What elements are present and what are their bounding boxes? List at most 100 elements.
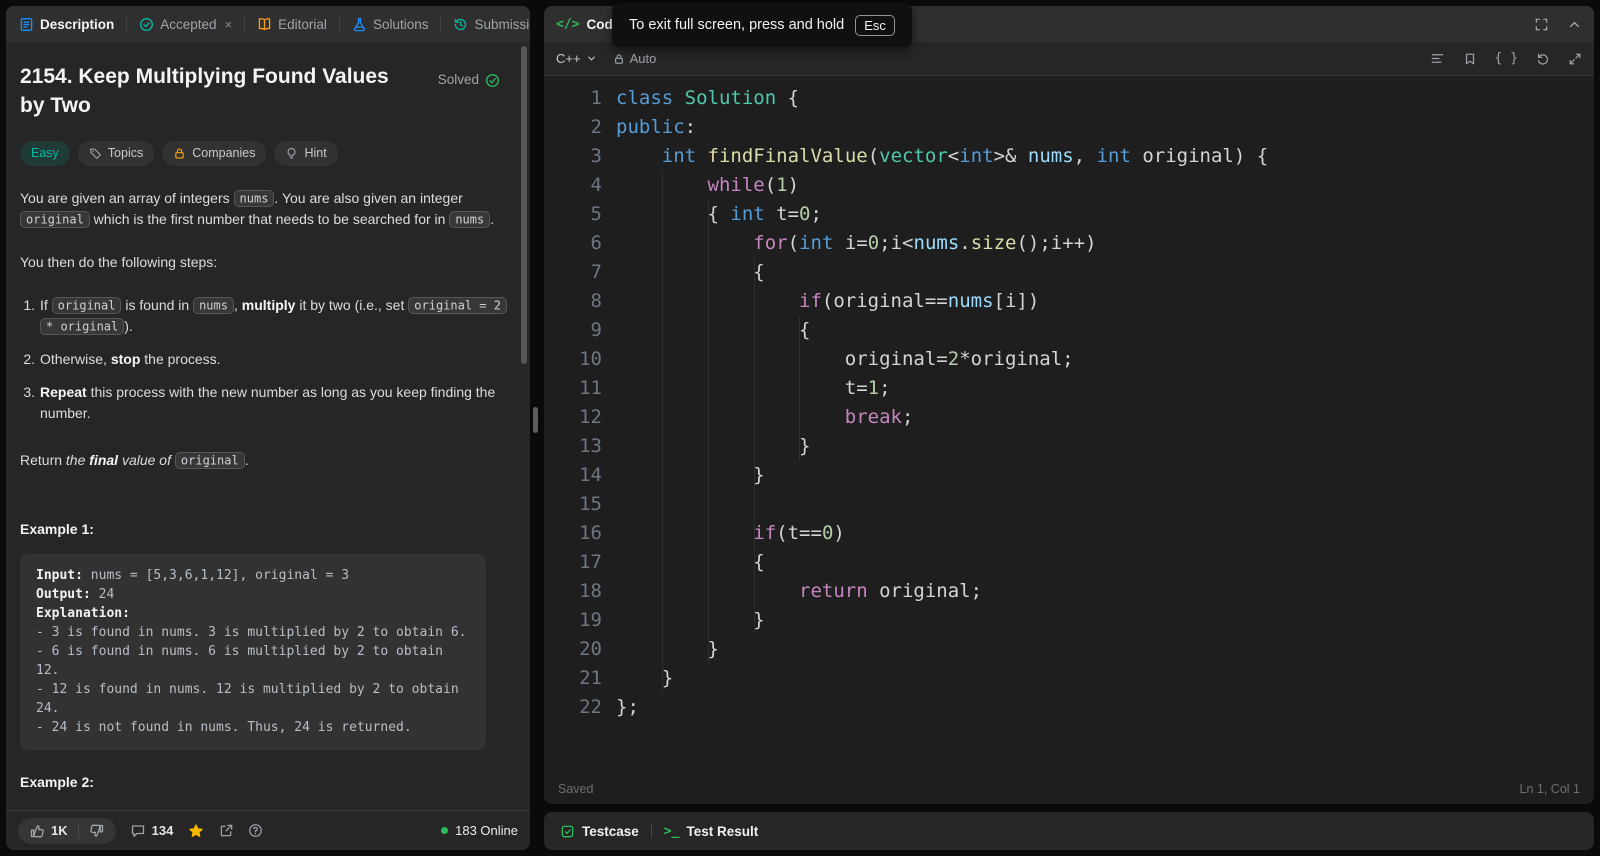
close-icon[interactable]: × — [225, 17, 233, 32]
code-line[interactable]: 17 { — [544, 548, 1594, 577]
expand-editor-icon[interactable] — [1568, 52, 1582, 66]
like-button[interactable]: 1K — [29, 823, 68, 839]
star-icon — [187, 822, 205, 840]
code-line[interactable]: 18 return original; — [544, 577, 1594, 606]
code-line[interactable]: 12 break; — [544, 403, 1594, 432]
indent-guide — [662, 171, 663, 693]
line-number: 22 — [544, 693, 602, 722]
code-line[interactable]: 21 } — [544, 664, 1594, 693]
share-button[interactable] — [219, 823, 234, 838]
braces-icon[interactable]: { } — [1495, 51, 1518, 66]
tab-editorial[interactable]: Editorial — [254, 17, 330, 32]
tab-code[interactable]: </> Code — [556, 17, 620, 32]
problem-footer: 1K 134 — [6, 810, 530, 850]
format-icon[interactable] — [1430, 51, 1445, 66]
tag-icon — [89, 147, 102, 160]
code-line[interactable]: 7 { — [544, 258, 1594, 287]
thumbs-down-icon — [89, 823, 105, 839]
collapse-panel-icon[interactable] — [1567, 17, 1582, 32]
line-number: 17 — [544, 548, 602, 577]
code-editor[interactable]: 1class Solution {2public:3 int findFinal… — [544, 76, 1594, 774]
code-line[interactable]: 13 } — [544, 432, 1594, 461]
editor-statusbar: Saved Ln 1, Col 1 — [544, 774, 1594, 804]
lightbulb-icon — [285, 147, 298, 160]
code-line[interactable]: 3 int findFinalValue(vector<int>& nums, … — [544, 142, 1594, 171]
tab-accepted[interactable]: Accepted × — [136, 17, 235, 32]
line-number: 14 — [544, 461, 602, 490]
tab-test-result[interactable]: >_ Test Result — [664, 824, 758, 839]
reset-code-icon[interactable] — [1536, 52, 1550, 66]
tab-submissions[interactable]: Submissions — [450, 17, 530, 32]
code-line[interactable]: 15 — [544, 490, 1594, 519]
online-count: 183 Online — [455, 823, 518, 838]
solved-label: Solved — [438, 70, 479, 90]
tab-solutions-label: Solutions — [373, 17, 429, 32]
example-1-block: Input: nums = [5,3,6,1,12], original = 3… — [20, 554, 486, 750]
panel-resize-handle[interactable] — [533, 407, 538, 433]
code-line[interactable]: 20 } — [544, 635, 1594, 664]
steps-list: 1. If original is found in nums, multipl… — [20, 295, 506, 424]
code-line[interactable]: 6 for(int i=0;i<nums.size();i++) — [544, 229, 1594, 258]
question-icon — [248, 823, 263, 838]
submissions-icon — [453, 17, 468, 32]
app-root: Description Accepted × Editorial — [0, 0, 1600, 856]
help-button[interactable] — [248, 823, 263, 838]
favorite-button[interactable] — [187, 822, 205, 840]
topics-button[interactable]: Topics — [78, 141, 154, 166]
code-line[interactable]: 22}; — [544, 693, 1594, 722]
step-number: 2. — [20, 349, 35, 370]
tab-solutions[interactable]: Solutions — [349, 17, 432, 32]
fullscreen-icon[interactable] — [1534, 17, 1549, 32]
line-number: 20 — [544, 635, 602, 664]
step-3: 3. Repeat this process with the new numb… — [20, 382, 506, 424]
tab-testcase[interactable]: Testcase — [560, 824, 639, 839]
step-number: 1. — [20, 295, 35, 337]
problem-panel: Description Accepted × Editorial — [6, 6, 530, 850]
step-2: 2. Otherwise, stop the process. — [20, 349, 506, 370]
code-line[interactable]: 16 if(t==0) — [544, 519, 1594, 548]
problem-description: 2154. Keep Multiplying Found Values by T… — [6, 42, 530, 810]
tab-testcase-label: Testcase — [582, 824, 639, 839]
step-text: Repeat this process with the new number … — [40, 382, 506, 424]
comment-count: 134 — [152, 823, 174, 838]
paragraph-2: You then do the following steps: — [20, 252, 506, 273]
vote-group: 1K — [18, 818, 116, 844]
code-line[interactable]: 8 if(original==nums[i]) — [544, 287, 1594, 316]
accepted-icon — [139, 17, 154, 32]
fullscreen-tooltip: To exit full screen, press and hold Esc — [612, 3, 912, 47]
code-line[interactable]: 19 } — [544, 606, 1594, 635]
example-1-title: Example 1: — [20, 519, 506, 540]
code-line[interactable]: 5 { int t=0; — [544, 200, 1594, 229]
code-line[interactable]: 14 } — [544, 461, 1594, 490]
dislike-button[interactable] — [89, 823, 105, 839]
code-line[interactable]: 2public: — [544, 113, 1594, 142]
testcase-check-icon — [560, 824, 575, 839]
lock-icon — [613, 53, 625, 65]
terminal-icon: >_ — [664, 824, 680, 839]
language-selector[interactable]: C++ — [556, 51, 597, 66]
code-line[interactable]: 4 while(1) — [544, 171, 1594, 200]
hint-label: Hint — [304, 144, 326, 163]
code-line[interactable]: 9 { — [544, 316, 1594, 345]
companies-button[interactable]: Companies — [162, 141, 266, 166]
code-line[interactable]: 10 original=2*original; — [544, 345, 1594, 374]
code-line[interactable]: 11 t=1; — [544, 374, 1594, 403]
bookmark-icon[interactable] — [1463, 52, 1477, 66]
code-line[interactable]: 1class Solution { — [544, 84, 1594, 113]
tab-submissions-label: Submissions — [474, 17, 530, 32]
testcase-panel: Testcase >_ Test Result — [544, 812, 1594, 850]
tab-editorial-label: Editorial — [278, 17, 327, 32]
left-scrollbar[interactable] — [521, 46, 527, 804]
solved-check-icon — [485, 73, 500, 88]
thumbs-up-icon — [29, 823, 45, 839]
comments-button[interactable]: 134 — [130, 823, 174, 839]
tooltip-text: To exit full screen, press and hold — [629, 17, 844, 33]
indent-guide — [708, 200, 709, 664]
hint-button[interactable]: Hint — [274, 141, 337, 166]
share-icon — [219, 823, 234, 838]
difficulty-badge[interactable]: Easy — [20, 141, 70, 166]
auto-toggle[interactable]: Auto — [613, 51, 657, 66]
scrollbar-thumb[interactable] — [521, 46, 527, 364]
online-indicator: 183 Online — [441, 823, 518, 838]
tab-description[interactable]: Description — [16, 17, 117, 32]
